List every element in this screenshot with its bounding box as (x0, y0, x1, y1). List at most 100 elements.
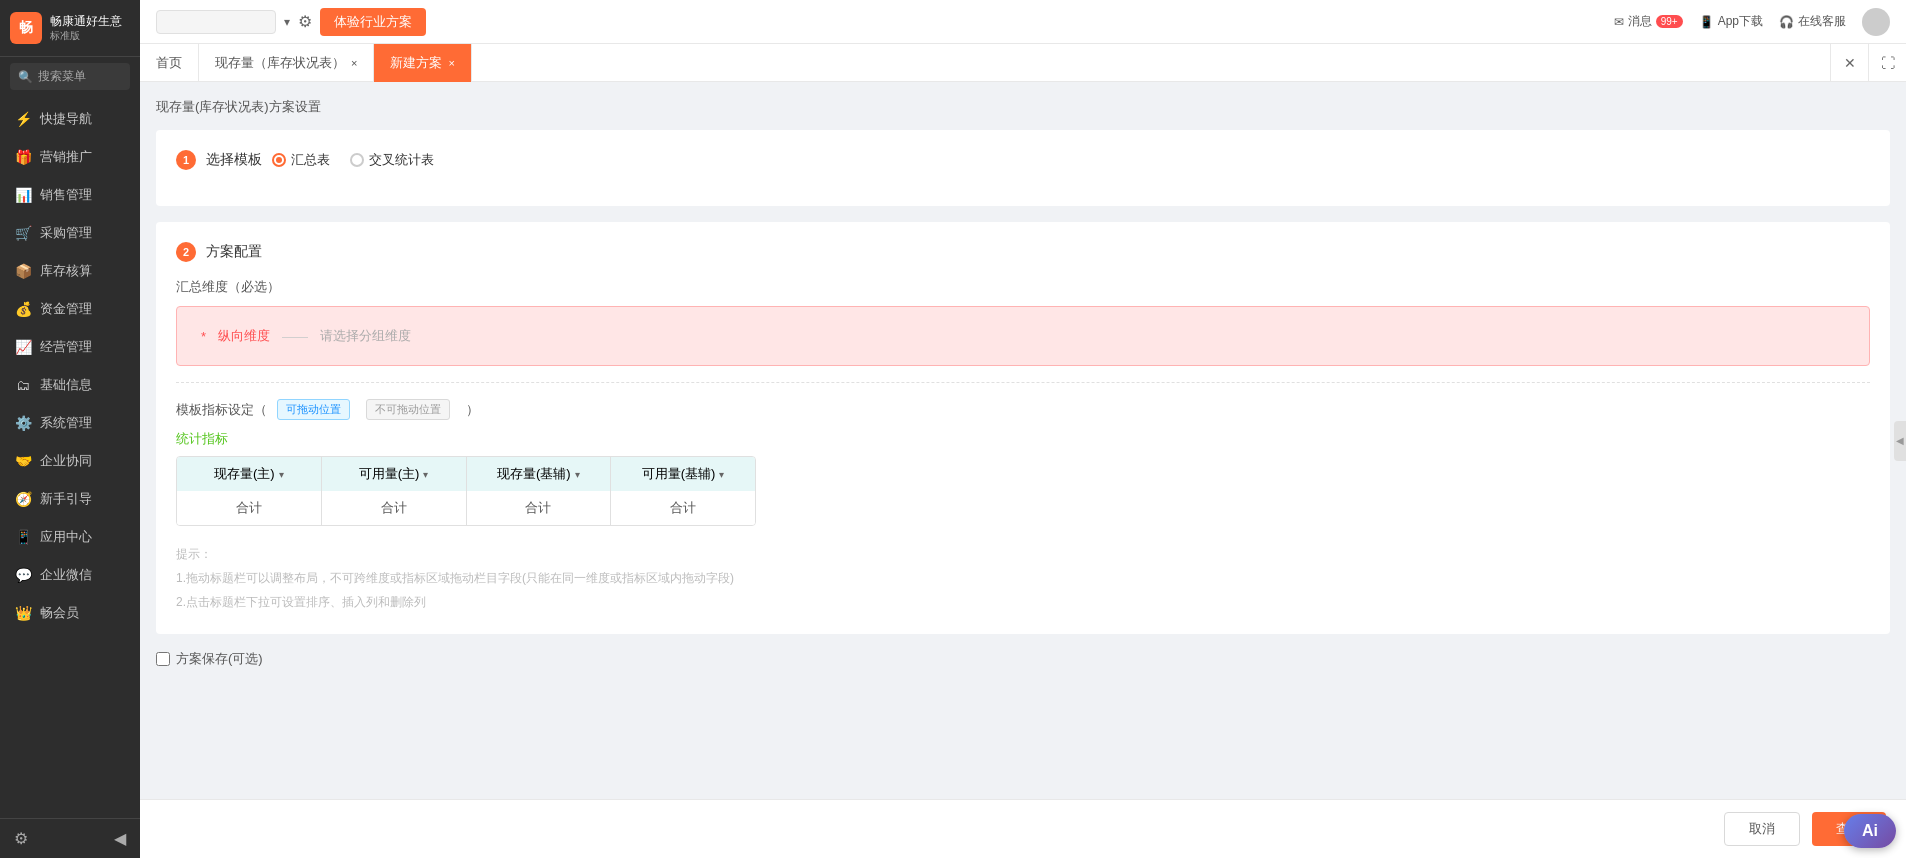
tab-new-scheme[interactable]: 新建方案 × (374, 44, 471, 82)
app-name-text: 畅康通好生意 标准版 (50, 14, 122, 43)
topbar-gear-icon[interactable]: ⚙ (298, 12, 312, 31)
collapse-icon[interactable]: ◀ (114, 829, 126, 848)
stat-table-header: 现存量(主) ▾ 可用量(主) ▾ 现存量(基辅) ▾ 可用量(基辅) (177, 457, 755, 491)
sidebar-item-inventory[interactable]: 📦 库存核算 (0, 252, 140, 290)
sidebar-search[interactable]: 🔍 搜索菜单 (10, 63, 130, 90)
download-icon: 📱 (1699, 15, 1714, 29)
system-icon: ⚙️ (14, 415, 32, 431)
radio-summary[interactable]: 汇总表 (272, 151, 330, 169)
topbar-right: ✉ 消息 99+ 📱 App下载 🎧 在线客服 (1614, 8, 1890, 36)
dimension-required-mark: * (201, 329, 206, 344)
right-scroll-handle[interactable]: ◀ (1894, 421, 1906, 461)
sidebar-item-appstore[interactable]: 📱 应用中心 (0, 518, 140, 556)
badge-movable: 可拖动位置 (277, 399, 350, 420)
content-toolbar: ✕ ⛶ (1830, 44, 1906, 82)
appstore-icon: 📱 (14, 529, 32, 545)
stat-body-2: 合计 (467, 491, 612, 525)
dimension-name: 纵向维度 (218, 327, 270, 345)
tips-area: 提示： 1.拖动标题栏可以调整布局，不可跨维度或指标区域拖动栏目字段(只能在同一… (176, 542, 1870, 614)
step2-number: 2 (176, 242, 196, 262)
trial-industry-button[interactable]: 体验行业方案 (320, 8, 426, 36)
purchase-icon: 🛒 (14, 225, 32, 241)
badge-fixed: 不可拖动位置 (366, 399, 450, 420)
indicator-label: 模板指标设定（ 可拖动位置 不可拖动位置 ） (176, 399, 1870, 420)
page-title: 现存量(库存状况表)方案设置 (156, 98, 1890, 116)
stat-section: 统计指标 现存量(主) ▾ 可用量(主) ▾ 现存量(基辅) (176, 430, 1870, 526)
sidebar-item-marketing[interactable]: 🎁 营销推广 (0, 138, 140, 176)
message-icon: ✉ (1614, 15, 1624, 29)
settings-footer-icon[interactable]: ⚙ (14, 829, 28, 848)
tab-new-scheme-close-icon[interactable]: × (448, 57, 454, 69)
stat-body-1: 合计 (322, 491, 467, 525)
sidebar-item-quicknav[interactable]: ⚡ 快捷导航 (0, 100, 140, 138)
main-area: ▾ ⚙ 体验行业方案 ✉ 消息 99+ 📱 App下载 🎧 在线客服 首页 (140, 0, 1906, 858)
stat-col-0[interactable]: 现存量(主) ▾ (177, 457, 322, 491)
stat-col-1[interactable]: 可用量(主) ▾ (322, 457, 467, 491)
radio-cross-circle (350, 153, 364, 167)
step2-title: 方案配置 (206, 243, 262, 261)
finance-icon: 💰 (14, 301, 32, 317)
step2-header: 2 方案配置 (176, 242, 1870, 262)
tab-inventory-close-icon[interactable]: × (351, 57, 357, 69)
col-1-chevron-icon: ▾ (423, 469, 428, 480)
operations-icon: 📈 (14, 339, 32, 355)
tips-title: 提示： (176, 542, 1870, 566)
sidebar-item-wechat[interactable]: 💬 企业微信 (0, 556, 140, 594)
close-panel-button[interactable]: ✕ (1830, 44, 1868, 82)
col-2-chevron-icon: ▾ (575, 469, 580, 480)
app-download-group[interactable]: 📱 App下载 (1699, 13, 1763, 30)
marketing-icon: 🎁 (14, 149, 32, 165)
topbar-dropdown-button[interactable]: ▾ (284, 15, 290, 29)
stat-col-3[interactable]: 可用量(基辅) ▾ (611, 457, 755, 491)
message-group[interactable]: ✉ 消息 99+ (1614, 13, 1683, 30)
dimension-placeholder: 请选择分组维度 (320, 327, 411, 345)
stat-body-0: 合计 (177, 491, 322, 525)
sidebar-item-finance[interactable]: 💰 资金管理 (0, 290, 140, 328)
step1-section: 1 选择模板 汇总表 交叉统计表 (156, 130, 1890, 206)
content-area: 现存量(库存状况表)方案设置 1 选择模板 汇总表 交叉统计表 (140, 82, 1906, 799)
stat-section-title: 统计指标 (176, 430, 1870, 448)
stat-body-3: 合计 (611, 491, 755, 525)
ai-button[interactable]: Ai (1844, 814, 1896, 848)
sidebar-item-sales[interactable]: 📊 销售管理 (0, 176, 140, 214)
stat-col-2[interactable]: 现存量(基辅) ▾ (467, 457, 612, 491)
save-checkbox[interactable] (156, 652, 170, 666)
divider-1 (176, 382, 1870, 383)
col-3-chevron-icon: ▾ (719, 469, 724, 480)
stat-table-body: 合计 合计 合计 合计 (177, 491, 755, 525)
enterprise-icon: 🤝 (14, 453, 32, 469)
sidebar-item-guide[interactable]: 🧭 新手引导 (0, 480, 140, 518)
sidebar-nav: ⚡ 快捷导航 🎁 营销推广 📊 销售管理 🛒 采购管理 📦 库存核算 💰 资金管… (0, 96, 140, 818)
radio-cross[interactable]: 交叉统计表 (350, 151, 434, 169)
tab-home[interactable]: 首页 (140, 44, 199, 82)
message-badge: 99+ (1656, 15, 1683, 28)
save-option[interactable]: 方案保存(可选) (156, 650, 1890, 668)
topbar-left: ▾ ⚙ 体验行业方案 (156, 8, 1602, 36)
service-icon: 🎧 (1779, 15, 1794, 29)
online-service-group[interactable]: 🎧 在线客服 (1779, 13, 1846, 30)
cancel-button[interactable]: 取消 (1724, 812, 1800, 846)
topbar: ▾ ⚙ 体验行业方案 ✉ 消息 99+ 📱 App下载 🎧 在线客服 (140, 0, 1906, 44)
expand-panel-button[interactable]: ⛶ (1868, 44, 1906, 82)
step2-section: 2 方案配置 汇总维度（必选） * 纵向维度 —— 请选择分组维度 模板指标设定… (156, 222, 1890, 634)
logo-icon: 畅 (10, 12, 42, 44)
sidebar-footer: ⚙ ◀ (0, 818, 140, 858)
sidebar-item-member[interactable]: 👑 畅会员 (0, 594, 140, 632)
member-icon: 👑 (14, 605, 32, 621)
sidebar-item-system[interactable]: ⚙️ 系统管理 (0, 404, 140, 442)
sidebar: 畅 畅康通好生意 标准版 🔍 搜索菜单 ⚡ 快捷导航 🎁 营销推广 📊 销售管理… (0, 0, 140, 858)
sidebar-item-basic[interactable]: 🗂 基础信息 (0, 366, 140, 404)
user-avatar[interactable] (1862, 8, 1890, 36)
dimension-box[interactable]: * 纵向维度 —— 请选择分组维度 (176, 306, 1870, 366)
step1-number: 1 (176, 150, 196, 170)
sidebar-item-operations[interactable]: 📈 经营管理 (0, 328, 140, 366)
sidebar-item-enterprise[interactable]: 🤝 企业协同 (0, 442, 140, 480)
topbar-search-input[interactable] (156, 10, 276, 34)
guide-icon: 🧭 (14, 491, 32, 507)
summary-dimension-label: 汇总维度（必选） (176, 278, 1870, 296)
sidebar-item-purchase[interactable]: 🛒 采购管理 (0, 214, 140, 252)
dimension-dash: —— (282, 329, 308, 344)
tip-1: 1.拖动标题栏可以调整布局，不可跨维度或指标区域拖动栏目字段(只能在同一维度或指… (176, 566, 1870, 590)
tabs-bar: 首页 现存量（库存状况表） × 新建方案 × ✕ ⛶ (140, 44, 1906, 82)
tab-inventory-status[interactable]: 现存量（库存状况表） × (199, 44, 374, 82)
